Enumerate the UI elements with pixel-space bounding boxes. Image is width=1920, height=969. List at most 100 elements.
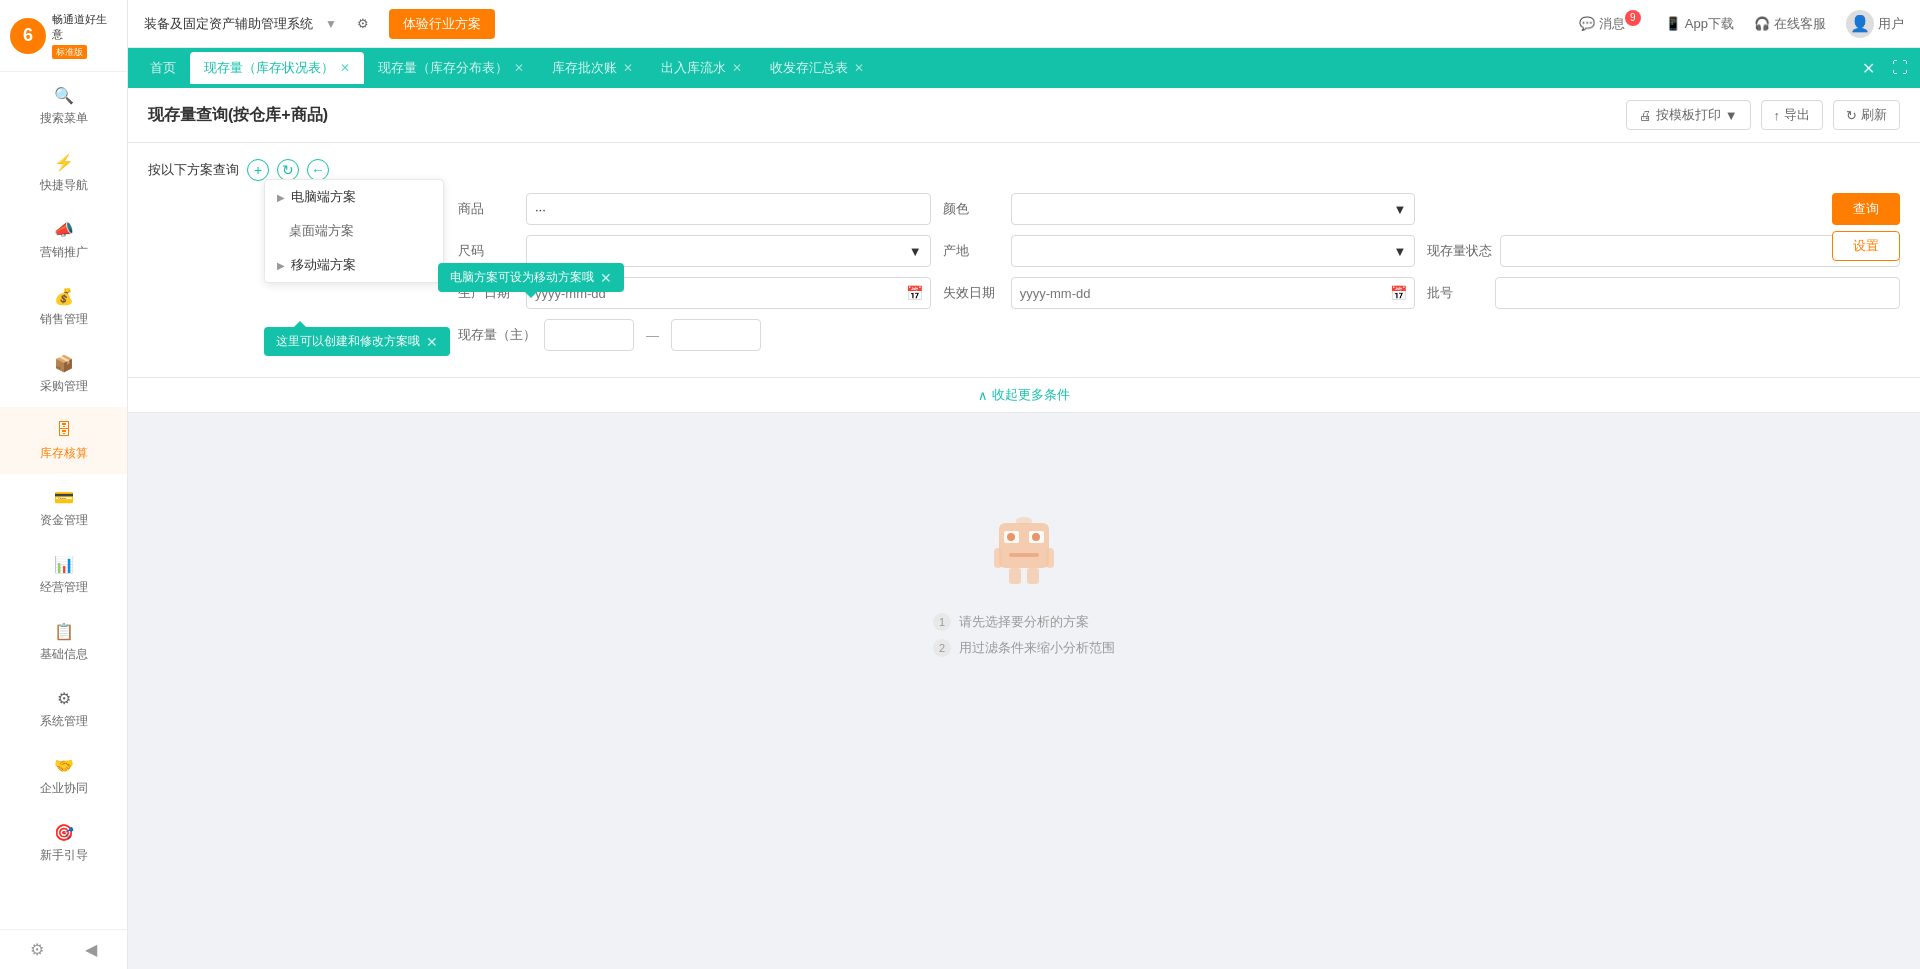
sidebar-item-search-label: 搜索菜单 bbox=[40, 110, 88, 127]
expire-date-field: 失效日期 📅 bbox=[943, 277, 1416, 309]
page-title: 现存量查询(按仓库+商品) bbox=[148, 105, 328, 126]
tab-inventory-status-label: 现存量（库存状况表） bbox=[204, 59, 334, 77]
inventory-icon: 🗄 bbox=[53, 419, 75, 441]
add-scheme-button[interactable]: + bbox=[247, 159, 269, 181]
online-service-button[interactable]: 🎧 在线客服 bbox=[1754, 15, 1826, 33]
prod-date-calendar-icon[interactable]: 📅 bbox=[906, 285, 923, 301]
tab-inventory-dist-close[interactable]: ✕ bbox=[514, 61, 524, 75]
print-button[interactable]: 🖨 按模板打印 ▼ bbox=[1626, 100, 1751, 130]
settings-button[interactable]: ⚙ bbox=[349, 10, 377, 38]
goods-label: 商品 bbox=[458, 200, 518, 218]
export-label: 导出 bbox=[1784, 106, 1810, 124]
footer-settings-icon[interactable]: ⚙ bbox=[30, 940, 44, 959]
scheme-item-mobile[interactable]: ▶ 移动端方案 bbox=[265, 248, 443, 282]
sidebar-item-finance-label: 资金管理 bbox=[40, 512, 88, 529]
footer-collapse-icon[interactable]: ◀ bbox=[85, 940, 97, 959]
app-download-button[interactable]: 📱 App下载 bbox=[1665, 15, 1734, 33]
sidebar-item-sales[interactable]: 💰 销售管理 bbox=[0, 273, 127, 340]
sidebar-item-finance[interactable]: 💳 资金管理 bbox=[0, 474, 127, 541]
tab-inout-flow[interactable]: 出入库流水 ✕ bbox=[647, 52, 756, 84]
message-label: 消息 bbox=[1599, 15, 1625, 33]
tab-inout-flow-close[interactable]: ✕ bbox=[732, 61, 742, 75]
goods-select[interactable]: ··· bbox=[526, 193, 931, 225]
message-button[interactable]: 💬 消息 9 bbox=[1579, 15, 1645, 33]
tabs-bar: 首页 现存量（库存状况表） ✕ 现存量（库存分布表） ✕ 库存批次账 ✕ 出入库… bbox=[128, 48, 1920, 88]
sidebar-item-system[interactable]: ⚙ 系统管理 bbox=[0, 675, 127, 742]
export-button[interactable]: ↑ 导出 bbox=[1761, 100, 1824, 130]
trial-button[interactable]: 体验行业方案 bbox=[389, 9, 495, 39]
sidebar-item-enterprise[interactable]: 🤝 企业协同 bbox=[0, 742, 127, 809]
stock-qty-max-input[interactable] bbox=[671, 319, 761, 351]
sidebar-item-basic[interactable]: 📋 基础信息 bbox=[0, 608, 127, 675]
collapse-bar[interactable]: ∧ 收起更多条件 bbox=[128, 378, 1920, 413]
back-scheme-button[interactable]: ← bbox=[307, 159, 329, 181]
user-label: 用户 bbox=[1878, 15, 1904, 33]
search-button[interactable]: 查询 bbox=[1832, 193, 1900, 225]
sidebar-footer: ⚙ ◀ bbox=[0, 929, 127, 969]
search-actions: 查询 设置 bbox=[1832, 193, 1900, 261]
tabs-expand-button[interactable]: ⛶ bbox=[1888, 56, 1912, 80]
sales-icon: 💰 bbox=[53, 285, 75, 307]
system-icon: ⚙ bbox=[53, 687, 75, 709]
svg-rect-8 bbox=[1009, 568, 1021, 584]
filter-row-2: 尺码 ▼ 产地 ▼ 现存量状态 bbox=[458, 235, 1900, 267]
goods-more-icon: ··· bbox=[535, 202, 546, 217]
tooltip-1-close-button[interactable]: ✕ bbox=[600, 270, 612, 286]
batch-input[interactable] bbox=[1495, 277, 1900, 309]
color-select[interactable]: ▼ bbox=[1011, 193, 1416, 225]
scheme-item-desktop[interactable]: ▶ 电脑端方案 bbox=[265, 180, 443, 214]
purchase-icon: 📦 bbox=[53, 352, 75, 374]
scheme-sub-item[interactable]: 桌面端方案 bbox=[265, 214, 443, 248]
tab-home[interactable]: 首页 bbox=[136, 52, 190, 84]
finance-icon: 💳 bbox=[53, 486, 75, 508]
user-menu-button[interactable]: 👤 用户 bbox=[1846, 10, 1904, 38]
tooltip-1-text: 电脑方案可设为移动方案哦 bbox=[450, 269, 594, 286]
tab-batch-account-close[interactable]: ✕ bbox=[623, 61, 633, 75]
tab-inventory-status-close[interactable]: ✕ bbox=[340, 61, 350, 75]
sidebar-item-marketing[interactable]: 📣 营销推广 bbox=[0, 206, 127, 273]
batch-field: 批号 bbox=[1427, 277, 1900, 309]
tab-inventory-status[interactable]: 现存量（库存状况表） ✕ bbox=[190, 52, 364, 84]
tab-inout-flow-label: 出入库流水 bbox=[661, 59, 726, 77]
goods-field: 商品 ··· bbox=[458, 193, 931, 225]
message-badge: 9 bbox=[1625, 10, 1641, 26]
origin-select[interactable]: ▼ bbox=[1011, 235, 1416, 267]
origin-arrow-icon: ▼ bbox=[1393, 244, 1406, 259]
stock-qty-min-input[interactable] bbox=[544, 319, 634, 351]
svg-rect-5 bbox=[1009, 553, 1039, 557]
tab-recv-summary-close[interactable]: ✕ bbox=[854, 61, 864, 75]
svg-rect-6 bbox=[994, 548, 1002, 568]
tab-batch-account[interactable]: 库存批次账 ✕ bbox=[538, 52, 647, 84]
sidebar-item-guide[interactable]: 🎯 新手引导 bbox=[0, 809, 127, 876]
sidebar-item-inventory[interactable]: 🗄 库存核算 bbox=[0, 407, 127, 474]
system-arrow-icon: ▼ bbox=[325, 17, 337, 31]
sidebar-item-quick-nav[interactable]: ⚡ 快捷导航 bbox=[0, 139, 127, 206]
sidebar-item-purchase-label: 采购管理 bbox=[40, 378, 88, 395]
tabs-close-all-button[interactable]: ✕ bbox=[1856, 56, 1880, 80]
color-label: 颜色 bbox=[943, 200, 1003, 218]
sidebar-item-operations-label: 经营管理 bbox=[40, 579, 88, 596]
sidebar-item-search[interactable]: 🔍 搜索菜单 bbox=[0, 72, 127, 139]
refresh-button[interactable]: ↻ 刷新 bbox=[1833, 100, 1900, 130]
tooltip-2-close-button[interactable]: ✕ bbox=[426, 334, 438, 350]
tab-recv-summary[interactable]: 收发存汇总表 ✕ bbox=[756, 52, 878, 84]
scheme-mobile-label: 桌面端方案 bbox=[289, 222, 354, 240]
reset-button[interactable]: 设置 bbox=[1832, 231, 1900, 261]
origin-field: 产地 ▼ bbox=[943, 235, 1416, 267]
sidebar-item-enterprise-label: 企业协同 bbox=[40, 780, 88, 797]
expire-date-input[interactable] bbox=[1011, 277, 1416, 309]
expire-date-calendar-icon[interactable]: 📅 bbox=[1390, 285, 1407, 301]
sidebar-item-operations[interactable]: 📊 经营管理 bbox=[0, 541, 127, 608]
stock-qty-separator: — bbox=[646, 328, 659, 343]
empty-hint-item-1: 1 请先选择要分析的方案 bbox=[933, 613, 1115, 631]
stock-status-label: 现存量状态 bbox=[1427, 242, 1492, 260]
sidebar-item-guide-label: 新手引导 bbox=[40, 847, 88, 864]
main-content: 装备及固定资产辅助管理系统 ▼ ⚙ 体验行业方案 💬 消息 9 📱 App下载 … bbox=[128, 0, 1920, 969]
sidebar-item-purchase[interactable]: 📦 采购管理 bbox=[0, 340, 127, 407]
tab-inventory-dist[interactable]: 现存量（库存分布表） ✕ bbox=[364, 52, 538, 84]
refresh-scheme-button[interactable]: ↻ bbox=[277, 159, 299, 181]
quick-nav-icon: ⚡ bbox=[53, 151, 75, 173]
page-header: 现存量查询(按仓库+商品) 🖨 按模板打印 ▼ ↑ 导出 ↻ 刷新 bbox=[128, 88, 1920, 143]
header-right: 💬 消息 9 📱 App下载 🎧 在线客服 👤 用户 bbox=[1579, 10, 1904, 38]
top-header: 装备及固定资产辅助管理系统 ▼ ⚙ 体验行业方案 💬 消息 9 📱 App下载 … bbox=[128, 0, 1920, 48]
